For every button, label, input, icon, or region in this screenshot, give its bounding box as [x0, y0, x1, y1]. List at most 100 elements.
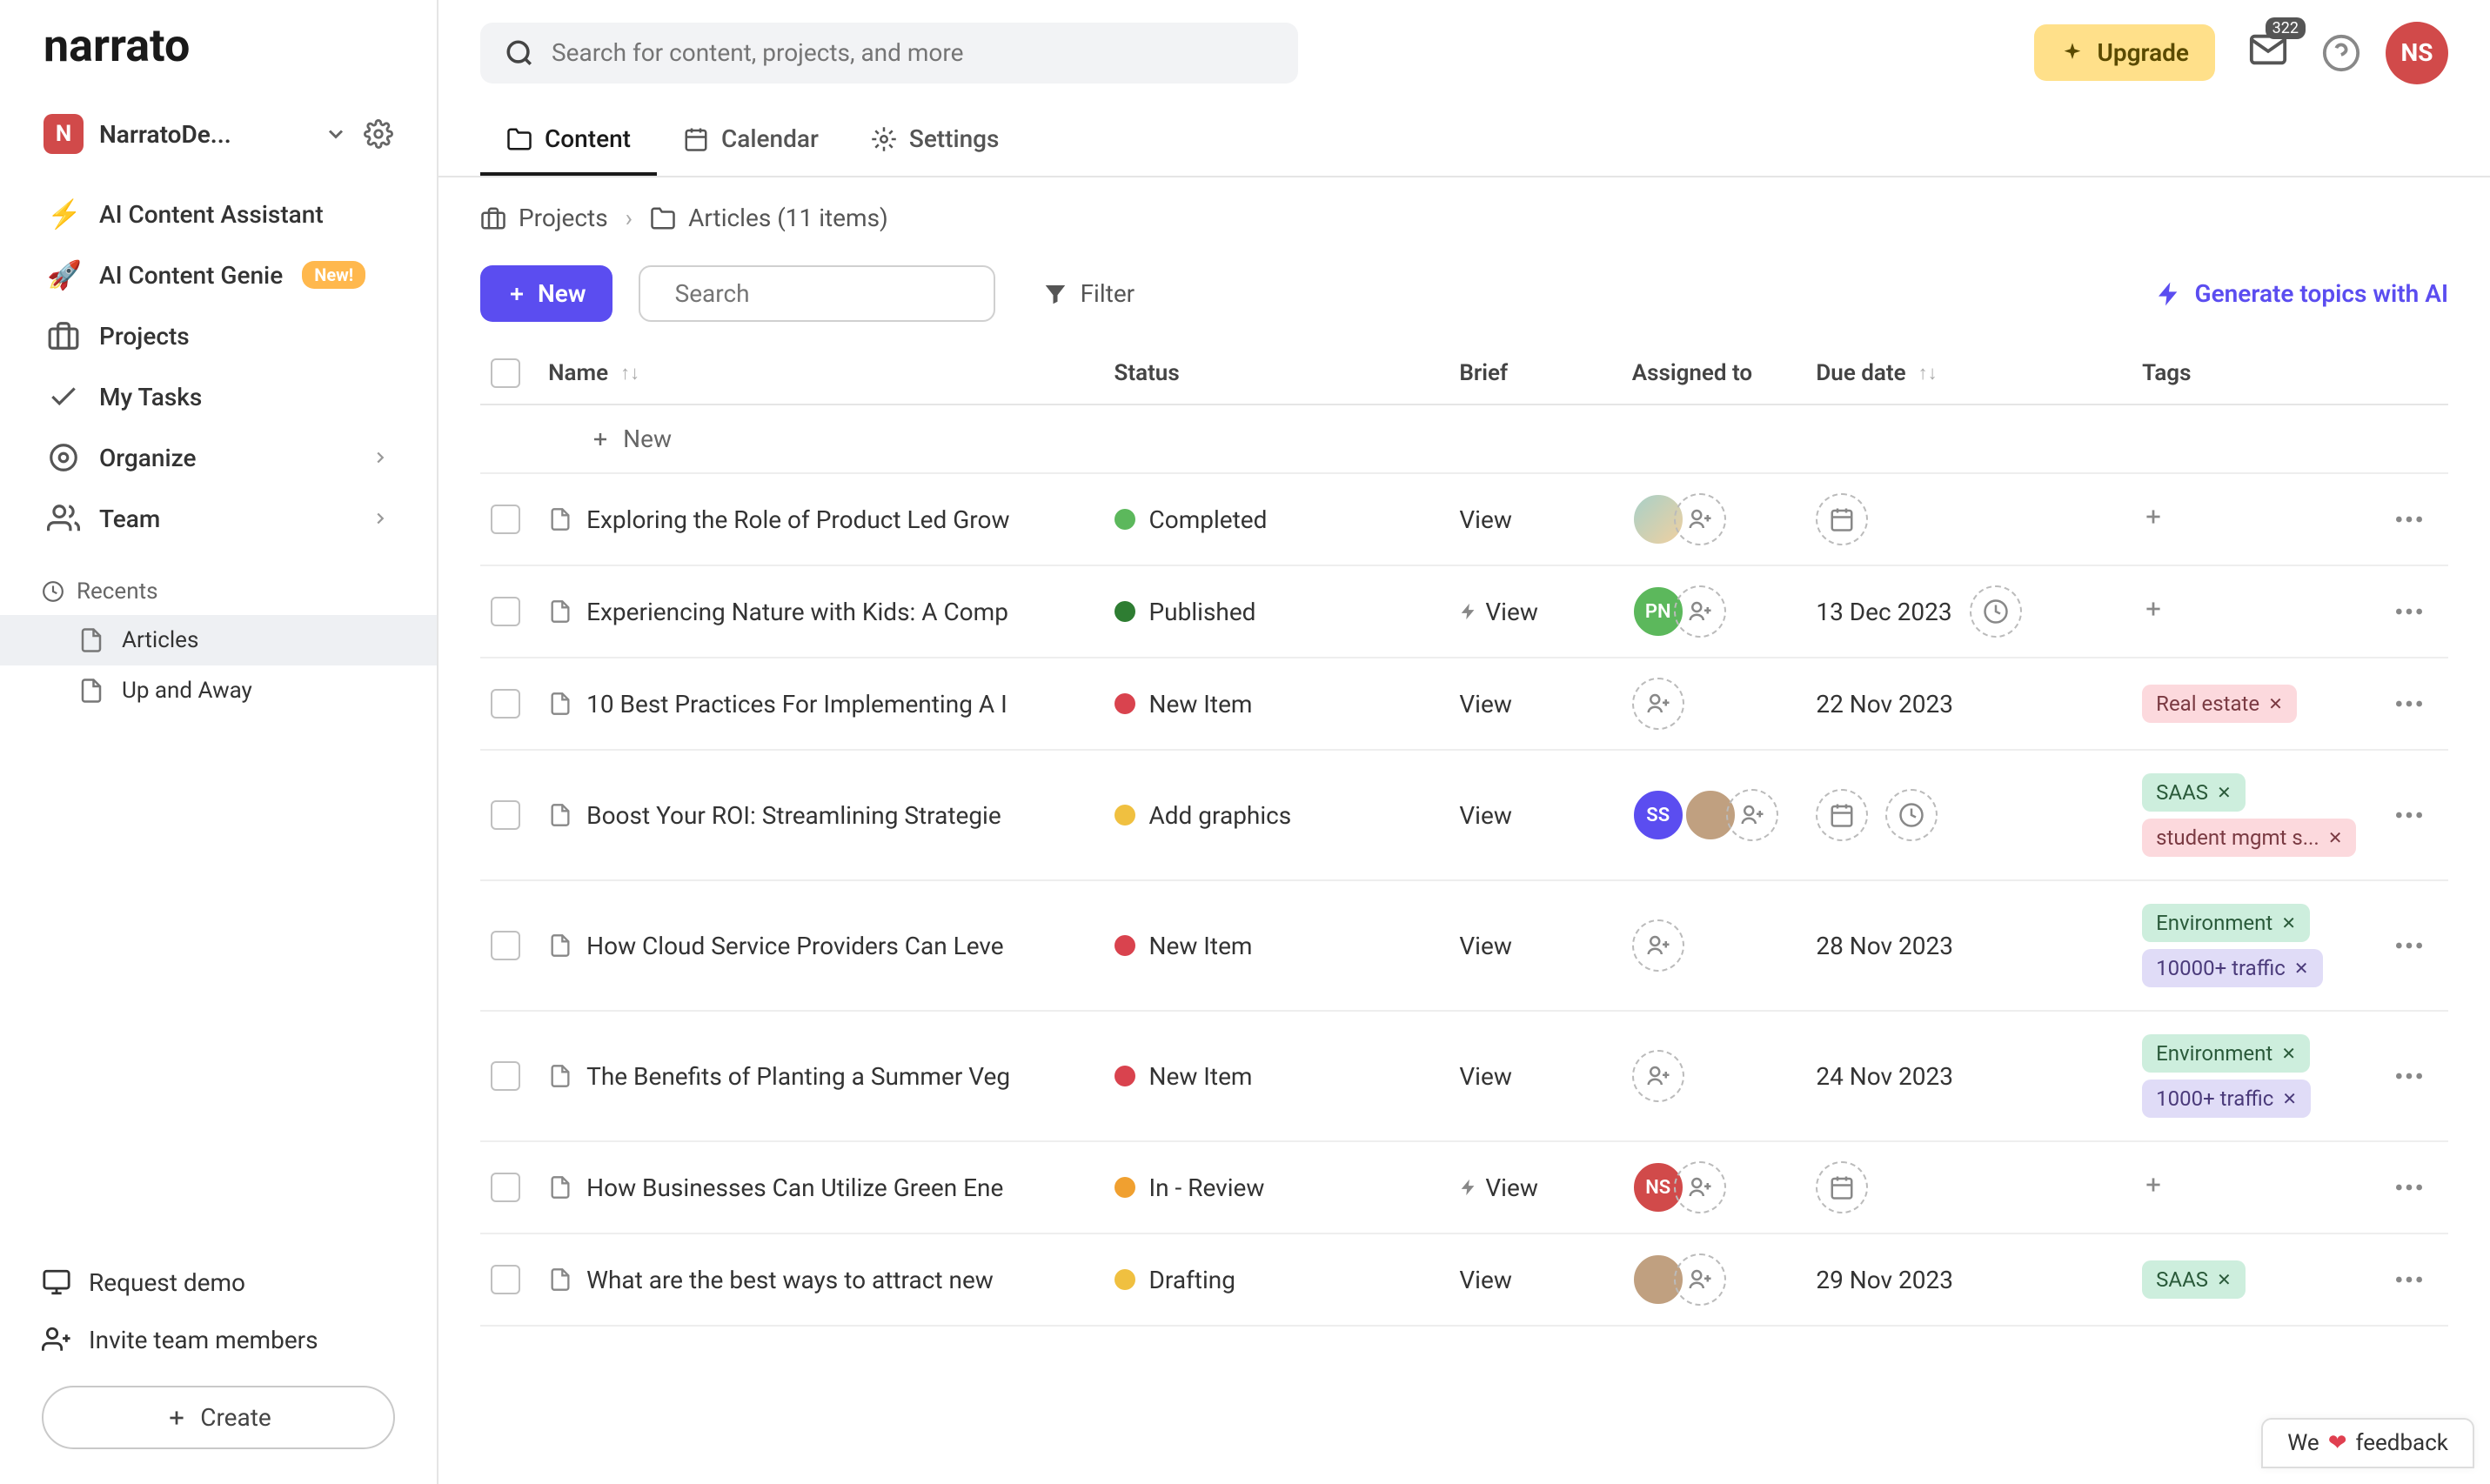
- remove-tag-icon[interactable]: ✕: [2328, 827, 2343, 848]
- add-assignee-button[interactable]: [1674, 585, 1726, 638]
- request-demo-link[interactable]: Request demo: [42, 1253, 395, 1311]
- due-date-cell[interactable]: [1816, 789, 2121, 841]
- row-menu-button[interactable]: [2392, 1262, 2426, 1297]
- brief-link[interactable]: View: [1459, 1266, 1610, 1294]
- assignee-avatar[interactable]: SS: [1632, 789, 1684, 841]
- brief-link[interactable]: View: [1459, 801, 1610, 830]
- row-checkbox[interactable]: [491, 1173, 520, 1202]
- status-cell[interactable]: Published: [1114, 598, 1439, 626]
- nav-my-tasks[interactable]: My Tasks: [0, 366, 437, 427]
- nav-team[interactable]: Team: [0, 488, 437, 549]
- create-button[interactable]: Create: [42, 1386, 395, 1449]
- select-all-checkbox[interactable]: [491, 358, 520, 388]
- feedback-widget[interactable]: We ❤ feedback: [2261, 1418, 2474, 1468]
- item-name[interactable]: Experiencing Nature with Kids: A Comp: [548, 598, 1093, 626]
- invite-members-link[interactable]: Invite team members: [42, 1311, 395, 1368]
- chevron-down-icon[interactable]: [324, 122, 348, 146]
- remove-tag-icon[interactable]: ✕: [2282, 1088, 2297, 1109]
- new-button[interactable]: New: [480, 265, 612, 322]
- nav-ai-assistant[interactable]: ⚡ AI Content Assistant: [0, 184, 437, 244]
- gear-icon[interactable]: [364, 119, 393, 149]
- add-assignee-button[interactable]: [1674, 1253, 1726, 1306]
- remove-tag-icon[interactable]: ✕: [2281, 912, 2296, 933]
- due-date-cell[interactable]: [1816, 1161, 2121, 1213]
- item-name[interactable]: How Businesses Can Utilize Green Ene: [548, 1173, 1093, 1202]
- global-search[interactable]: [480, 23, 1298, 84]
- workspace-switcher[interactable]: N NarratoDe...: [0, 107, 437, 175]
- brief-link[interactable]: View: [1459, 932, 1610, 960]
- status-cell[interactable]: New Item: [1114, 690, 1439, 719]
- column-tags[interactable]: Tags: [2132, 343, 2381, 404]
- crumb-projects[interactable]: Projects: [480, 204, 608, 232]
- add-tag-button[interactable]: [2142, 505, 2165, 534]
- item-name[interactable]: The Benefits of Planting a Summer Veg: [548, 1062, 1093, 1091]
- row-checkbox[interactable]: [491, 689, 520, 719]
- row-menu-button[interactable]: [2392, 502, 2426, 537]
- nav-ai-genie[interactable]: 🚀 AI Content Genie New!: [0, 244, 437, 305]
- due-date-cell[interactable]: 13 Dec 2023: [1816, 585, 2121, 638]
- clock-icon[interactable]: [1885, 789, 1938, 841]
- due-date-cell[interactable]: 29 Nov 2023: [1816, 1266, 2121, 1294]
- column-assigned[interactable]: Assigned to: [1622, 343, 1806, 404]
- add-assignee-button[interactable]: [1726, 789, 1778, 841]
- row-menu-button[interactable]: [2392, 1170, 2426, 1205]
- calendar-icon[interactable]: [1816, 493, 1868, 545]
- calendar-icon[interactable]: [1816, 1161, 1868, 1213]
- row-checkbox[interactable]: [491, 1265, 520, 1294]
- brief-link[interactable]: View: [1459, 598, 1610, 626]
- due-date-cell[interactable]: 24 Nov 2023: [1816, 1062, 2121, 1091]
- remove-tag-icon[interactable]: ✕: [2268, 693, 2283, 714]
- add-tag-button[interactable]: [2142, 598, 2165, 626]
- brief-link[interactable]: View: [1459, 505, 1610, 534]
- item-name[interactable]: What are the best ways to attract new: [548, 1266, 1093, 1294]
- row-menu-button[interactable]: [2392, 686, 2426, 721]
- status-cell[interactable]: Drafting: [1114, 1266, 1439, 1294]
- sort-icon[interactable]: ↑↓: [620, 362, 639, 384]
- brief-link[interactable]: View: [1459, 690, 1610, 719]
- status-cell[interactable]: Add graphics: [1114, 801, 1439, 830]
- add-tag-button[interactable]: [2142, 1173, 2165, 1202]
- row-checkbox[interactable]: [491, 931, 520, 960]
- brief-link[interactable]: View: [1459, 1062, 1610, 1091]
- tab-calendar[interactable]: Calendar: [657, 105, 845, 176]
- row-checkbox[interactable]: [491, 597, 520, 626]
- add-assignee-button[interactable]: [1674, 1161, 1726, 1213]
- table-search-input[interactable]: [675, 279, 986, 308]
- column-status[interactable]: Status: [1104, 343, 1449, 404]
- item-name[interactable]: Exploring the Role of Product Led Grow: [548, 505, 1093, 534]
- brief-link[interactable]: View: [1459, 1173, 1610, 1202]
- remove-tag-icon[interactable]: ✕: [2217, 1269, 2232, 1290]
- status-cell[interactable]: New Item: [1114, 932, 1439, 960]
- help-icon[interactable]: [2321, 33, 2361, 73]
- recent-item-articles[interactable]: Articles: [0, 615, 437, 665]
- row-checkbox[interactable]: [491, 1061, 520, 1091]
- row-menu-button[interactable]: [2392, 594, 2426, 629]
- user-avatar[interactable]: NS: [2386, 22, 2448, 84]
- nav-projects[interactable]: Projects: [0, 305, 437, 366]
- row-checkbox[interactable]: [491, 505, 520, 534]
- status-cell[interactable]: In - Review: [1114, 1173, 1439, 1202]
- tab-content[interactable]: Content: [480, 105, 657, 176]
- search-input[interactable]: [552, 38, 1274, 67]
- due-date-cell[interactable]: 28 Nov 2023: [1816, 932, 2121, 960]
- column-brief[interactable]: Brief: [1449, 343, 1621, 404]
- row-menu-button[interactable]: [2392, 928, 2426, 963]
- new-row-button[interactable]: New: [548, 424, 2438, 453]
- add-assignee-button[interactable]: [1632, 678, 1684, 730]
- item-name[interactable]: How Cloud Service Providers Can Leve: [548, 932, 1093, 960]
- row-menu-button[interactable]: [2392, 1059, 2426, 1093]
- generate-ai-link[interactable]: Generate topics with AI: [2155, 279, 2449, 308]
- filter-button[interactable]: Filter: [1021, 267, 1156, 320]
- table-search[interactable]: [639, 265, 995, 322]
- add-assignee-button[interactable]: [1674, 493, 1726, 545]
- calendar-icon[interactable]: [1816, 789, 1868, 841]
- recent-item-up-and-away[interactable]: Up and Away: [0, 665, 437, 716]
- remove-tag-icon[interactable]: ✕: [2294, 958, 2309, 979]
- item-name[interactable]: Boost Your ROI: Streamlining Strategie: [548, 801, 1093, 830]
- remove-tag-icon[interactable]: ✕: [2281, 1043, 2296, 1064]
- column-name[interactable]: Name: [548, 360, 608, 386]
- row-checkbox[interactable]: [491, 800, 520, 830]
- remove-tag-icon[interactable]: ✕: [2217, 782, 2232, 803]
- upgrade-button[interactable]: Upgrade: [2034, 24, 2215, 81]
- clock-icon[interactable]: [1970, 585, 2022, 638]
